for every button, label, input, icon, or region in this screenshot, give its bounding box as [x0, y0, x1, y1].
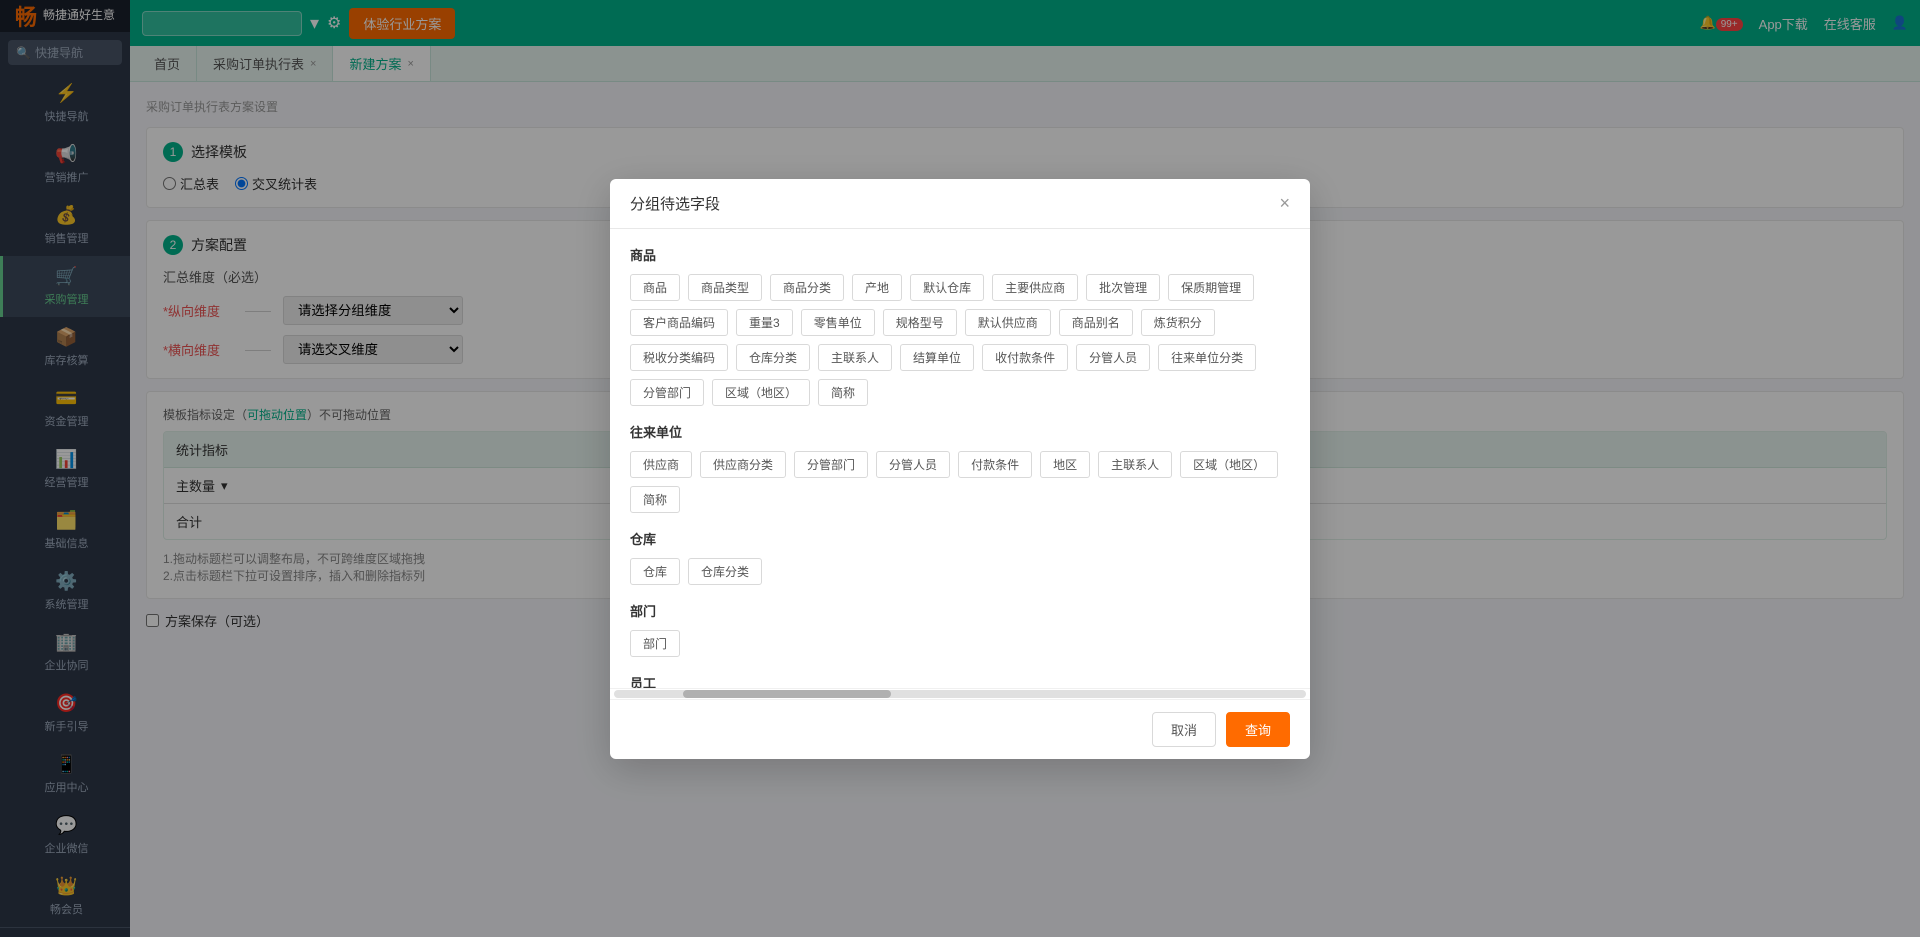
field-tag[interactable]: 默认仓库 — [910, 274, 984, 301]
field-group-title-counterpart: 往来单位 — [630, 422, 1290, 441]
field-tag[interactable]: 主联系人 — [818, 344, 892, 371]
field-tag[interactable]: 地区 — [1040, 451, 1090, 478]
field-tag[interactable]: 供应商 — [630, 451, 692, 478]
field-tag[interactable]: 主要供应商 — [992, 274, 1078, 301]
field-group-counterpart: 往来单位供应商供应商分类分管部门分管人员付款条件地区主联系人区域（地区） 简称 — [630, 422, 1290, 513]
dialog-footer: 取消 查询 — [610, 699, 1310, 759]
field-tag[interactable]: 部门 — [630, 630, 680, 657]
dialog-overlay: 分组待选字段 × 商品商品商品类型商品分类产地默认仓库主要供应商批次管理保质期管… — [0, 0, 1920, 937]
field-tag[interactable]: 仓库 — [630, 558, 680, 585]
dialog-header: 分组待选字段 × — [610, 179, 1310, 229]
field-group-title-warehouse: 仓库 — [630, 529, 1290, 548]
field-group-title-employee: 员工 — [630, 673, 1290, 689]
field-tag[interactable]: 商品分类 — [770, 274, 844, 301]
field-tag[interactable]: 区域（地区） — [712, 379, 810, 406]
field-tag[interactable]: 默认供应商 — [965, 309, 1051, 336]
field-tag[interactable]: 零售单位 — [801, 309, 875, 336]
field-group-product: 商品商品商品类型商品分类产地默认仓库主要供应商批次管理保质期管理客户商品编码重量… — [630, 245, 1290, 406]
cancel-button[interactable]: 取消 — [1152, 712, 1216, 747]
field-tag[interactable]: 区域（地区） — [1180, 451, 1278, 478]
field-tag[interactable]: 商品别名 — [1059, 309, 1133, 336]
field-tag[interactable]: 炼货积分 — [1141, 309, 1215, 336]
field-group-warehouse: 仓库仓库仓库分类 — [630, 529, 1290, 585]
field-selection-dialog: 分组待选字段 × 商品商品商品类型商品分类产地默认仓库主要供应商批次管理保质期管… — [610, 179, 1310, 759]
field-tag[interactable]: 付款条件 — [958, 451, 1032, 478]
horizontal-scrollbar[interactable] — [610, 688, 1310, 698]
dialog-body: 商品商品商品类型商品分类产地默认仓库主要供应商批次管理保质期管理客户商品编码重量… — [610, 229, 1310, 689]
field-group-title-product: 商品 — [630, 245, 1290, 264]
field-tag[interactable]: 供应商分类 — [700, 451, 786, 478]
field-tag[interactable]: 结算单位 — [900, 344, 974, 371]
field-tag[interactable]: 规格型号 — [883, 309, 957, 336]
field-tag[interactable]: 批次管理 — [1086, 274, 1160, 301]
field-tag[interactable]: 主联系人 — [1098, 451, 1172, 478]
field-tag[interactable]: 仓库分类 — [736, 344, 810, 371]
field-tag[interactable]: 分管部门 — [630, 379, 704, 406]
dialog-close-button[interactable]: × — [1279, 193, 1290, 214]
field-tag[interactable]: 收付款条件 — [982, 344, 1068, 371]
field-group-title-department: 部门 — [630, 601, 1290, 620]
field-tag[interactable]: 税收分类编码 — [630, 344, 728, 371]
field-tags-warehouse: 仓库仓库分类 — [630, 558, 1290, 585]
field-tag[interactable]: 仓库分类 — [688, 558, 762, 585]
field-tag[interactable]: 商品 — [630, 274, 680, 301]
field-tag[interactable]: 简称 — [818, 379, 868, 406]
field-tag[interactable]: 分管人员 — [1076, 344, 1150, 371]
field-tag[interactable]: 往来单位分类 — [1158, 344, 1256, 371]
field-tag[interactable]: 产地 — [852, 274, 902, 301]
field-tags-department: 部门 — [630, 630, 1290, 657]
field-tag[interactable]: 简称 — [630, 486, 680, 513]
field-group-employee: 员工业务员 — [630, 673, 1290, 689]
dialog-title: 分组待选字段 — [630, 193, 720, 214]
field-group-department: 部门部门 — [630, 601, 1290, 657]
field-tags-product: 商品商品类型商品分类产地默认仓库主要供应商批次管理保质期管理客户商品编码重量3 零… — [630, 274, 1290, 406]
field-tag[interactable]: 商品类型 — [688, 274, 762, 301]
field-tag[interactable]: 分管人员 — [876, 451, 950, 478]
field-tag[interactable]: 重量3 — [736, 309, 793, 336]
field-tag[interactable]: 分管部门 — [794, 451, 868, 478]
field-tags-counterpart: 供应商供应商分类分管部门分管人员付款条件地区主联系人区域（地区） 简称 — [630, 451, 1290, 513]
field-tag[interactable]: 客户商品编码 — [630, 309, 728, 336]
confirm-button[interactable]: 查询 — [1226, 712, 1290, 747]
field-tag[interactable]: 保质期管理 — [1168, 274, 1254, 301]
